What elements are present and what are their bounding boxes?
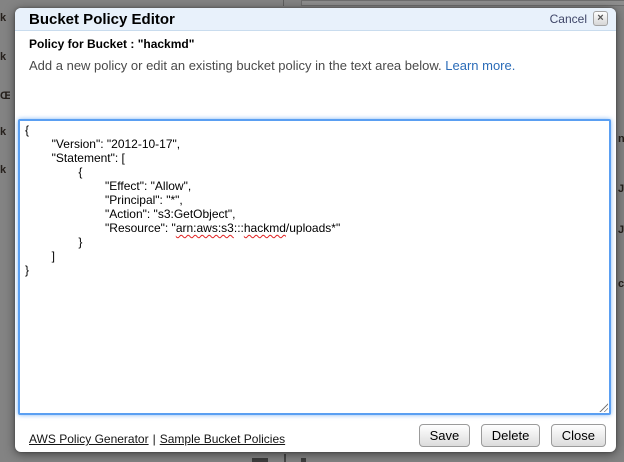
textarea-resize-handle[interactable] [598,402,608,412]
background-text-fragment: k [0,12,10,24]
background-fragment [301,458,306,462]
delete-button[interactable]: Delete [481,424,541,447]
spellcheck-underline: arn:aws:s3 [176,221,234,235]
policy-line: "Effect": "Allow", [25,179,604,193]
resource-suffix: /uploads*" [286,221,340,235]
learn-more-link[interactable]: Learn more. [445,58,515,73]
background-fragment [252,458,268,462]
background-text-fragment: n [618,133,624,145]
save-button[interactable]: Save [419,424,471,447]
background-header-fragment [301,0,624,6]
resource-mid: ::: [234,221,244,235]
background-divider-line [284,454,286,462]
policy-line: "Statement": [ [25,151,604,165]
close-x-icon[interactable]: × [593,11,608,26]
background-text-fragment: Œ [0,90,10,102]
policy-line: { [25,165,604,179]
policy-line: "Action": "s3:GetObject", [25,207,604,221]
policy-line: ] [25,249,604,263]
resource-prefix: "Resource": " [25,221,176,235]
background-text-fragment: k [0,51,10,63]
background-text-fragment: k [0,164,10,176]
footer-links: AWS Policy Generator | Sample Bucket Polic… [29,432,285,446]
close-button[interactable]: Close [551,424,606,447]
dialog-description: Add a new policy or edit an existing buc… [29,58,515,73]
spellcheck-underline: hackmd [244,221,286,235]
policy-line: "Version": "2012-10-17", [25,137,604,151]
dialog-buttons: Save Delete Close [413,424,606,447]
dialog-titlebar: Bucket Policy Editor Cancel × [15,8,616,31]
dialog-title: Bucket Policy Editor [29,11,175,28]
policy-for-bucket-label: Policy for Bucket : "hackmd" [29,37,194,51]
cancel-link[interactable]: Cancel [550,12,587,26]
policy-textarea[interactable]: { "Version": "2012-10-17", "Statement": … [18,119,611,415]
policy-line-resource: "Resource": "arn:aws:s3:::hackmd/uploads… [25,221,604,235]
sample-bucket-policies-link[interactable]: Sample Bucket Policies [160,432,285,446]
policy-line: } [25,235,604,249]
bucket-policy-editor-dialog: Bucket Policy Editor Cancel × Policy for… [15,8,616,452]
policy-line: { [25,123,604,137]
background-text-fragment: J [618,183,624,195]
background-text-fragment: c [618,278,624,290]
background-text-fragment: J [618,224,624,236]
policy-line: "Principal": "*", [25,193,604,207]
background-divider-line [283,0,284,6]
link-separator: | [153,432,156,446]
aws-policy-generator-link[interactable]: AWS Policy Generator [29,432,149,446]
background-text-fragment: k [0,126,10,138]
description-text: Add a new policy or edit an existing buc… [29,58,442,73]
policy-line: } [25,263,604,277]
